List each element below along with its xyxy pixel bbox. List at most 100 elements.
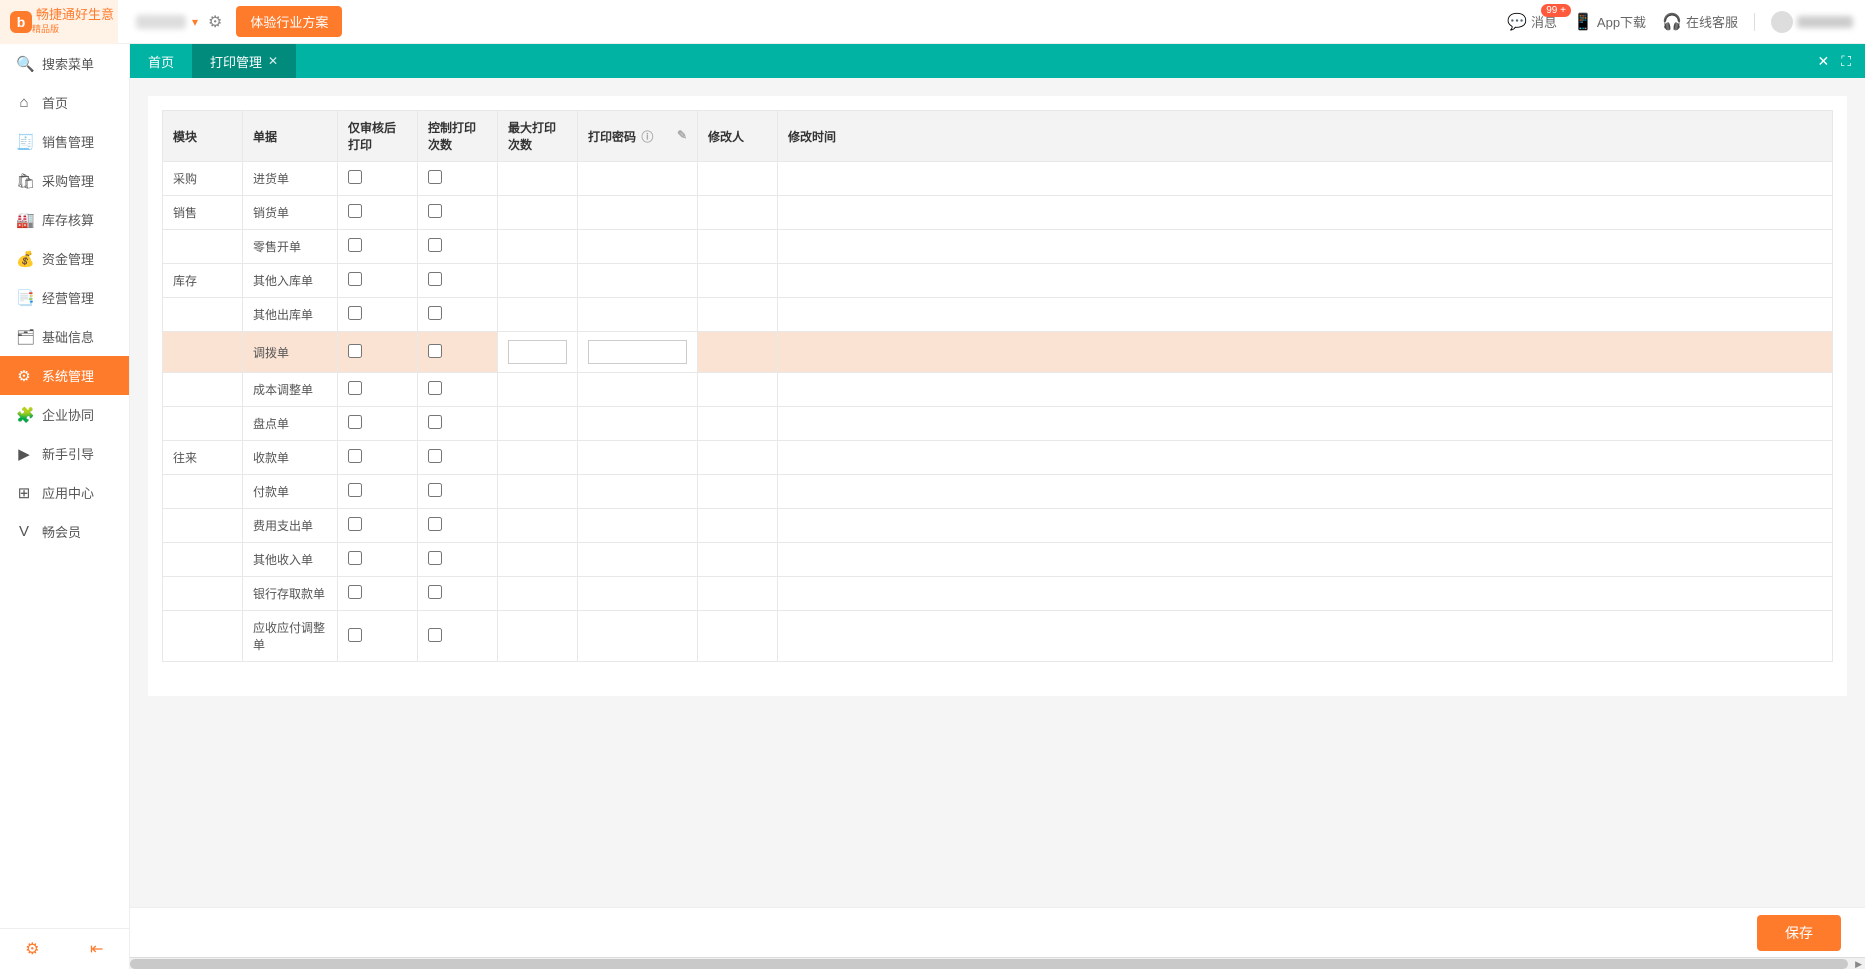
help-icon[interactable]: ⓘ [641,130,653,144]
table-row[interactable]: 费用支出单 [163,509,1833,543]
audit-only-checkbox[interactable] [348,170,362,184]
sidebar-item-sys[interactable]: ⚙系统管理 [0,356,129,395]
sidebar-item-home[interactable]: ⌂首页 [0,83,129,122]
audit-only-checkbox[interactable] [348,381,362,395]
ctrl-count-checkbox[interactable] [428,381,442,395]
sidebar-label: 基础信息 [42,327,94,346]
tab-fullscreen-icon[interactable]: ⛶ [1841,53,1851,70]
sidebar-label: 销售管理 [42,132,94,151]
cell-max [498,264,578,298]
ctrl-count-checkbox[interactable] [428,483,442,497]
ctrl-count-checkbox[interactable] [428,585,442,599]
sidebar-settings-icon[interactable]: ⚙ [0,929,65,969]
table-row[interactable]: 库存其他入库单 [163,264,1833,298]
ctrl-count-checkbox[interactable] [428,238,442,252]
cell-module [163,373,243,407]
audit-only-checkbox[interactable] [348,238,362,252]
topbar-msg[interactable]: 💬消息99 + [1507,12,1557,32]
ctrl-count-checkbox[interactable] [428,272,442,286]
table-row[interactable]: 其他出库单 [163,298,1833,332]
cell-doc: 零售开单 [243,230,338,264]
th-modifier: 修改人 [698,111,778,162]
print-pwd-input[interactable] [588,340,687,364]
table-row[interactable]: 盘点单 [163,407,1833,441]
table-row[interactable]: 零售开单 [163,230,1833,264]
audit-only-checkbox[interactable] [348,449,362,463]
sidebar-collapse-icon[interactable]: ⇤ [65,929,130,969]
sidebar-item-search[interactable]: 🔍搜索菜单 [0,44,129,83]
tab-close-all-icon[interactable]: ✕ [1817,53,1829,70]
ctrl-count-checkbox[interactable] [428,344,442,358]
ctrl-count-checkbox[interactable] [428,628,442,642]
brand-logo[interactable]: b 畅捷通好生意 精品版 [0,0,118,44]
audit-only-checkbox[interactable] [348,551,362,565]
sidebar-label: 新手引导 [42,444,94,463]
vip-icon: V [16,523,32,540]
sidebar-label: 系统管理 [42,366,94,385]
sidebar-item-stock[interactable]: 🏭库存核算 [0,200,129,239]
th-doc: 单据 [243,111,338,162]
audit-only-checkbox[interactable] [348,272,362,286]
sidebar-item-corp[interactable]: 🧩企业协同 [0,395,129,434]
corp-icon: 🧩 [16,406,32,424]
table-row[interactable]: 应收应付调整单 [163,611,1833,662]
cell-pwd [578,230,698,264]
gear-icon[interactable]: ⚙ [208,12,222,32]
table-row[interactable]: 调拨单 [163,332,1833,373]
ctrl-count-checkbox[interactable] [428,204,442,218]
table-row[interactable]: 付款单 [163,475,1833,509]
ctrl-count-checkbox[interactable] [428,551,442,565]
tab-print[interactable]: 打印管理✕ [192,44,296,78]
ctrl-count-checkbox[interactable] [428,449,442,463]
user-profile[interactable] [1771,11,1853,33]
search-icon: 🔍 [16,55,32,73]
ctrl-count-checkbox[interactable] [428,517,442,531]
scroll-right-icon[interactable]: ▶ [1852,958,1865,969]
table-row[interactable]: 采购进货单 [163,162,1833,196]
audit-only-checkbox[interactable] [348,483,362,497]
table-row[interactable]: 银行存取款单 [163,577,1833,611]
sidebar-item-sales[interactable]: 🧾销售管理 [0,122,129,161]
ctrl-count-checkbox[interactable] [428,170,442,184]
horizontal-scrollbar[interactable]: ◀ ▶ [130,957,1865,969]
scroll-thumb[interactable] [130,959,1848,969]
sidebar-item-fund[interactable]: 💰资金管理 [0,239,129,278]
edit-icon[interactable]: ✎ [677,128,687,142]
close-icon[interactable]: ✕ [268,54,278,68]
cell-modifier [698,264,778,298]
audit-only-checkbox[interactable] [348,415,362,429]
max-count-input[interactable] [508,340,567,364]
sidebar-item-biz[interactable]: 📑经营管理 [0,278,129,317]
tab-home[interactable]: 首页 [130,44,192,78]
topbar-app[interactable]: 📱App下载 [1573,12,1646,32]
cell-max [498,509,578,543]
audit-only-checkbox[interactable] [348,585,362,599]
sidebar-item-apps[interactable]: ⊞应用中心 [0,473,129,512]
audit-only-checkbox[interactable] [348,204,362,218]
cell-pwd [578,611,698,662]
cell-pwd [578,373,698,407]
audit-only-checkbox[interactable] [348,628,362,642]
table-row[interactable]: 其他收入单 [163,543,1833,577]
table-row[interactable]: 成本调整单 [163,373,1833,407]
audit-only-checkbox[interactable] [348,517,362,531]
audit-only-checkbox[interactable] [348,306,362,320]
cell-mtime [778,509,1833,543]
topbar-cs[interactable]: 🎧在线客服 [1662,12,1738,32]
industry-cta-button[interactable]: 体验行业方案 [236,6,342,37]
ctrl-count-checkbox[interactable] [428,415,442,429]
cell-ctrl [418,611,498,662]
table-row[interactable]: 往来收款单 [163,441,1833,475]
audit-only-checkbox[interactable] [348,344,362,358]
sidebar-item-guide[interactable]: ▶新手引导 [0,434,129,473]
cell-module: 往来 [163,441,243,475]
cell-mtime [778,373,1833,407]
save-button[interactable]: 保存 [1757,915,1841,951]
sidebar-item-vip[interactable]: V畅会员 [0,512,129,551]
org-selector[interactable]: ▾ [136,15,198,29]
th-module: 模块 [163,111,243,162]
sidebar-item-purchase[interactable]: 🛍采购管理 [0,161,129,200]
table-row[interactable]: 销售销货单 [163,196,1833,230]
ctrl-count-checkbox[interactable] [428,306,442,320]
sidebar-item-base[interactable]: 🗂基础信息 [0,317,129,356]
